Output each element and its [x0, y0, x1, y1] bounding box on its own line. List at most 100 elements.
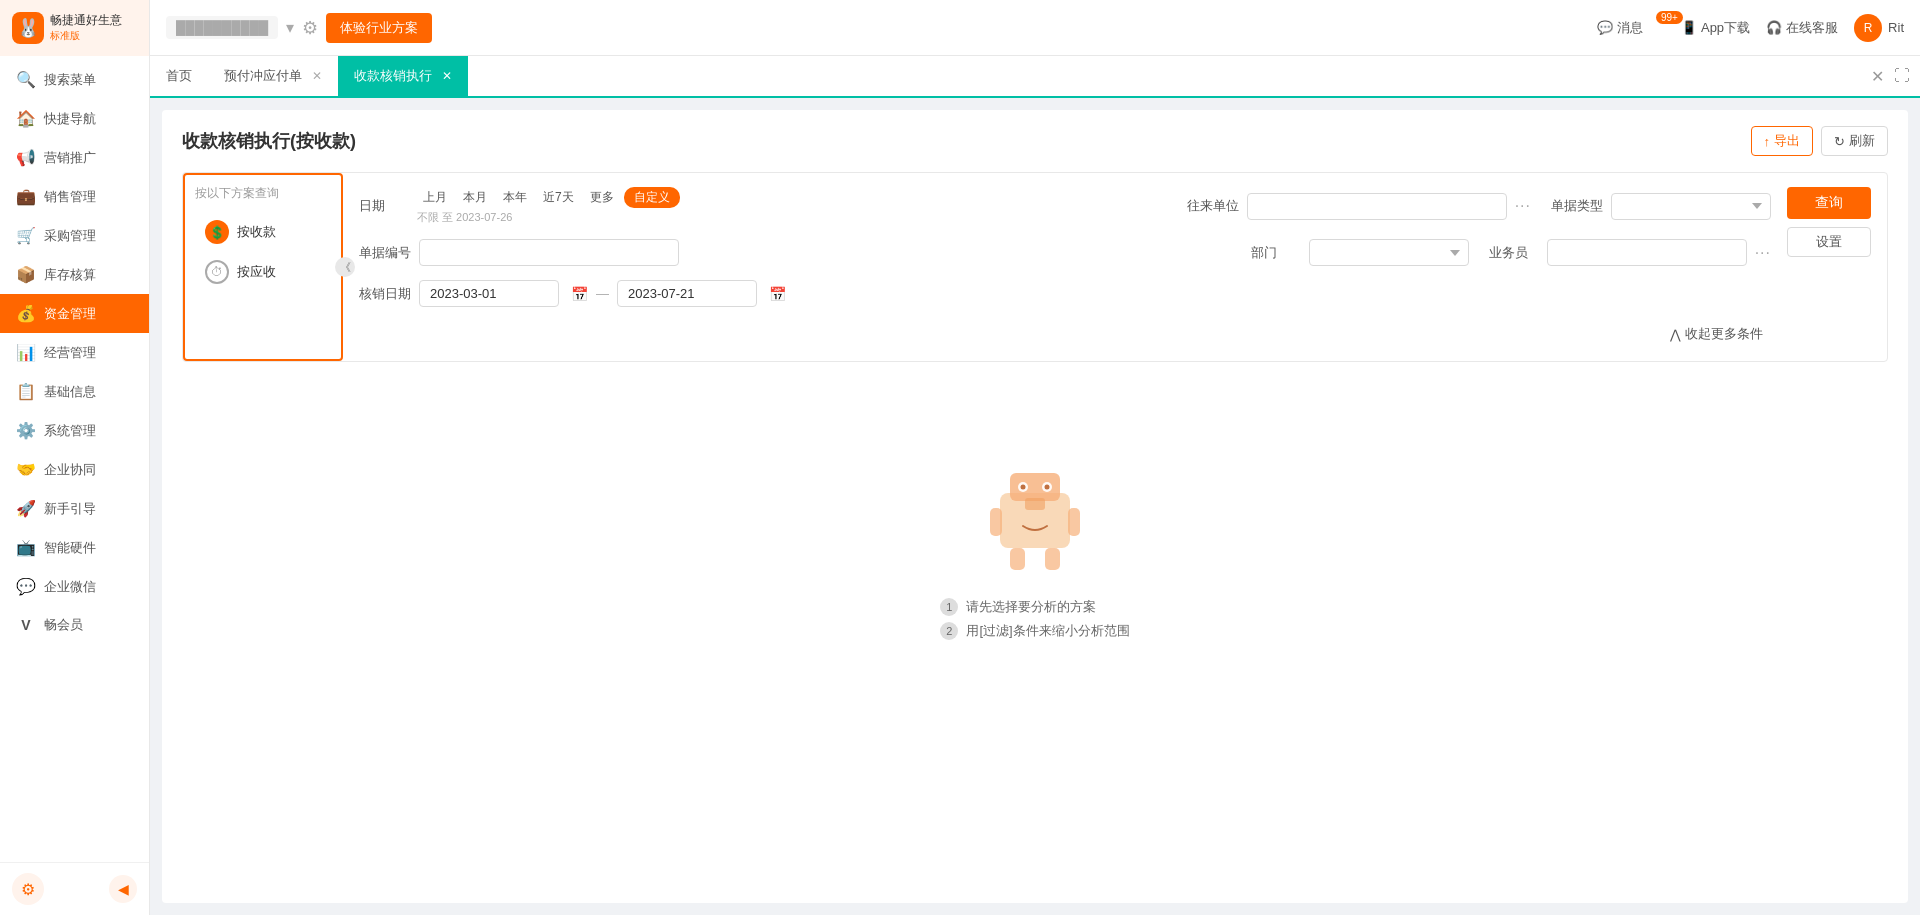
filter-wrapper: 按以下方案查询 💲 按收款 ⏱ 按应收 《 [182, 172, 1888, 362]
bill-no-label: 单据编号 [359, 244, 411, 262]
writeoff-date-from-input[interactable] [419, 280, 559, 307]
tip-num-1: 1 [940, 598, 958, 616]
filter-by-receivable[interactable]: ⏱ 按应收 [195, 252, 331, 292]
sidebar-item-wechat[interactable]: 💬 企业微信 [0, 567, 149, 606]
sidebar-item-fund[interactable]: 💰 资金管理 [0, 294, 149, 333]
tab-close-all-button[interactable]: ✕ [1871, 67, 1884, 86]
wechat-icon: 💬 [16, 577, 36, 596]
sidebar-item-hardware[interactable]: 📺 智能硬件 [0, 528, 149, 567]
sidebar-item-inventory[interactable]: 📦 库存核算 [0, 255, 149, 294]
tab-bar: 首页 预付冲应付单 ✕ 收款核销执行 ✕ ✕ ⛶ [150, 56, 1920, 98]
export-button[interactable]: ↑ 导出 [1751, 126, 1814, 156]
tab-prepaid-offset[interactable]: 预付冲应付单 ✕ [208, 56, 338, 98]
sidebar-item-sys[interactable]: ⚙️ 系统管理 [0, 411, 149, 450]
quick-nav-icon: 🏠 [16, 109, 36, 128]
gear-button[interactable]: ⚙ [302, 17, 318, 39]
sidebar-item-marketing[interactable]: 📢 营销推广 [0, 138, 149, 177]
filter-row-1: 日期 上月 本月 本年 近7天 更多 自定义 [359, 187, 1771, 225]
writeoff-to-calendar-icon[interactable]: 📅 [769, 286, 786, 302]
sidebar-item-basic-info[interactable]: 📋 基础信息 [0, 372, 149, 411]
staff-dots-button[interactable]: ··· [1755, 244, 1771, 262]
company-dropdown-icon[interactable]: ▾ [286, 18, 294, 37]
writeoff-date-to-input[interactable] [617, 280, 757, 307]
staff-input[interactable] [1547, 239, 1747, 266]
tab-prepaid-close-icon[interactable]: ✕ [312, 69, 322, 83]
bill-type-select[interactable] [1611, 193, 1771, 220]
refresh-button[interactable]: ↻ 刷新 [1821, 126, 1888, 156]
sidebar-item-member[interactable]: V 畅会员 [0, 606, 149, 644]
service-label: 在线客服 [1786, 19, 1838, 37]
tab-receipt-offset[interactable]: 收款核销执行 ✕ [338, 56, 468, 98]
user-area: R Rit [1854, 14, 1904, 42]
sidebar-item-beginner[interactable]: 🚀 新手引导 [0, 489, 149, 528]
sidebar-collapse-button[interactable]: ◀ [109, 875, 137, 903]
message-button[interactable]: 💬 消息 99+ [1597, 19, 1665, 37]
tab-receipt-close-icon[interactable]: ✕ [442, 69, 452, 83]
marketing-icon: 📢 [16, 148, 36, 167]
last-month-button[interactable]: 上月 [417, 187, 453, 208]
svg-point-5 [1045, 485, 1050, 490]
writeoff-date-field: 核销日期 📅 — 📅 [359, 280, 786, 307]
counterpart-input[interactable] [1247, 193, 1507, 220]
app-download-button[interactable]: 📱 App下载 [1681, 19, 1750, 37]
counterpart-dots-button[interactable]: ··· [1515, 197, 1531, 215]
search-menu-icon: 🔍 [16, 70, 36, 89]
message-icon: 💬 [1597, 20, 1613, 35]
sales-icon: 💼 [16, 187, 36, 206]
sidebar-item-search-menu[interactable]: 🔍 搜索菜单 [0, 60, 149, 99]
user-avatar: R [1854, 14, 1882, 42]
filter-by-receipt[interactable]: 💲 按收款 [195, 212, 331, 252]
sidebar-item-label: 销售管理 [44, 188, 96, 206]
date-label: 日期 [359, 197, 409, 215]
filter-panel-title: 按以下方案查询 [195, 185, 331, 202]
dept-select[interactable] [1309, 239, 1469, 266]
sidebar-item-enterprise-collab[interactable]: 🤝 企业协同 [0, 450, 149, 489]
top-header: ██████████ ▾ ⚙ 体验行业方案 💬 消息 99+ 📱 App下载 🎧… [150, 0, 1920, 56]
filter-actions: 查询 设置 [1787, 173, 1887, 361]
empty-robot-illustration [975, 458, 1095, 578]
svg-rect-7 [990, 508, 1002, 536]
app-edition: 标准版 [50, 29, 122, 43]
trial-button[interactable]: 体验行业方案 [326, 13, 432, 43]
filter-panel-collapse-button[interactable]: 《 [335, 257, 355, 277]
writeoff-from-calendar-icon[interactable]: 📅 [571, 286, 588, 302]
hardware-icon: 📺 [16, 538, 36, 557]
collapse-more-bar: ⋀ 收起更多条件 [359, 321, 1771, 347]
more-date-button[interactable]: 更多 [584, 187, 620, 208]
app-icon: 📱 [1681, 20, 1697, 35]
last-7days-button[interactable]: 近7天 [537, 187, 580, 208]
sidebar-item-label: 智能硬件 [44, 539, 96, 557]
sidebar-item-label: 库存核算 [44, 266, 96, 284]
sidebar-item-label: 采购管理 [44, 227, 96, 245]
this-year-button[interactable]: 本年 [497, 187, 533, 208]
sidebar-item-sales[interactable]: 💼 销售管理 [0, 177, 149, 216]
date-sublabel: 不限 至 2023-07-26 [417, 210, 680, 225]
query-button[interactable]: 查询 [1787, 187, 1871, 219]
tab-maximize-button[interactable]: ⛶ [1894, 67, 1910, 85]
collapse-more-button[interactable]: ⋀ 收起更多条件 [1662, 321, 1771, 347]
tab-home[interactable]: 首页 [150, 56, 208, 98]
settings-icon[interactable]: ⚙ [12, 873, 44, 905]
bill-type-label: 单据类型 [1551, 197, 1603, 215]
sidebar-item-operation[interactable]: 📊 经营管理 [0, 333, 149, 372]
by-receivable-label: 按应收 [237, 263, 276, 281]
empty-state: 1 请先选择要分析的方案 2 用[过滤]条件来缩小分析范围 [182, 378, 1888, 720]
collab-icon: 🤝 [16, 460, 36, 479]
tip-text-1: 请先选择要分析的方案 [966, 598, 1096, 616]
inventory-icon: 📦 [16, 265, 36, 284]
app-name: 畅捷通好生意 [50, 13, 122, 29]
sidebar-item-purchase[interactable]: 🛒 采购管理 [0, 216, 149, 255]
online-service-button[interactable]: 🎧 在线客服 [1766, 19, 1838, 37]
page-title-bar: 收款核销执行(按收款) ↑ 导出 ↻ 刷新 [182, 126, 1888, 156]
tip-num-2: 2 [940, 622, 958, 640]
settings-button[interactable]: 设置 [1787, 227, 1871, 257]
custom-date-button[interactable]: 自定义 [624, 187, 680, 208]
header-right: 💬 消息 99+ 📱 App下载 🎧 在线客服 R Rit [1597, 14, 1904, 42]
page-actions: ↑ 导出 ↻ 刷新 [1751, 126, 1889, 156]
this-month-button[interactable]: 本月 [457, 187, 493, 208]
sidebar-item-quick-nav[interactable]: 🏠 快捷导航 [0, 99, 149, 138]
bill-no-input[interactable] [419, 239, 679, 266]
by-receipt-icon: 💲 [205, 220, 229, 244]
collapse-chevron-icon: ⋀ [1670, 327, 1681, 342]
message-label: 消息 [1617, 19, 1643, 37]
